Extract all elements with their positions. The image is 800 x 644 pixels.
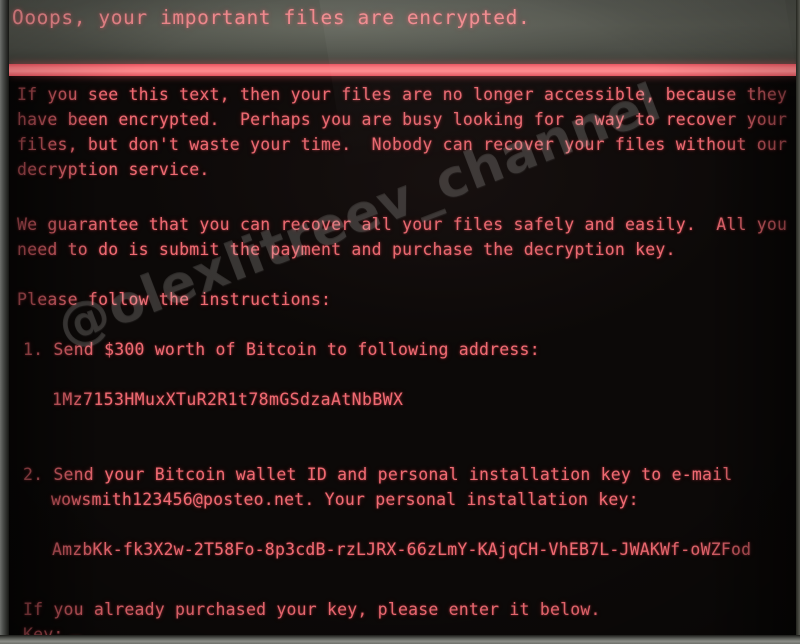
already-purchased-notice: If you already purchased your key, pleas…: [23, 600, 601, 619]
ransomware-screen: Ooops, your important files are encrypte…: [9, 0, 800, 635]
paragraph-encrypted-notice: If you see this text, then your files ar…: [17, 85, 788, 179]
instruction-step-1: 1. Send $300 worth of Bitcoin to followi…: [23, 340, 540, 359]
monitor-bezel-right: [796, 0, 800, 644]
separator-bar: [9, 64, 800, 76]
console-body: If you see this text, then your files ar…: [9, 76, 800, 635]
instructions-header: Please follow the instructions:: [17, 290, 332, 309]
page-title: Ooops, your important files are encrypte…: [12, 6, 531, 29]
monitor-photo: Ooops, your important files are encrypte…: [0, 0, 800, 644]
bitcoin-address: 1Mz7153HMuxXTuR2R1t78mGSdzaAtNbBWX: [52, 390, 404, 409]
monitor-bezel-left: [0, 0, 9, 644]
monitor-bezel-bottom: [0, 635, 800, 644]
key-input-label: Key:: [23, 625, 64, 635]
paragraph-guarantee: We guarantee that you can recover all yo…: [17, 215, 788, 259]
key-entry-row[interactable]: Key:: [23, 622, 81, 635]
instruction-step-2: 2. Send your Bitcoin wallet ID and perso…: [23, 465, 733, 484]
instruction-step-2-email: wowsmith123456@posteo.net. Your personal…: [51, 490, 639, 509]
personal-installation-key: AmzbKk-fk3X2w-2T58Fo-8p3cdB-rzLJRX-66zLm…: [52, 540, 752, 559]
